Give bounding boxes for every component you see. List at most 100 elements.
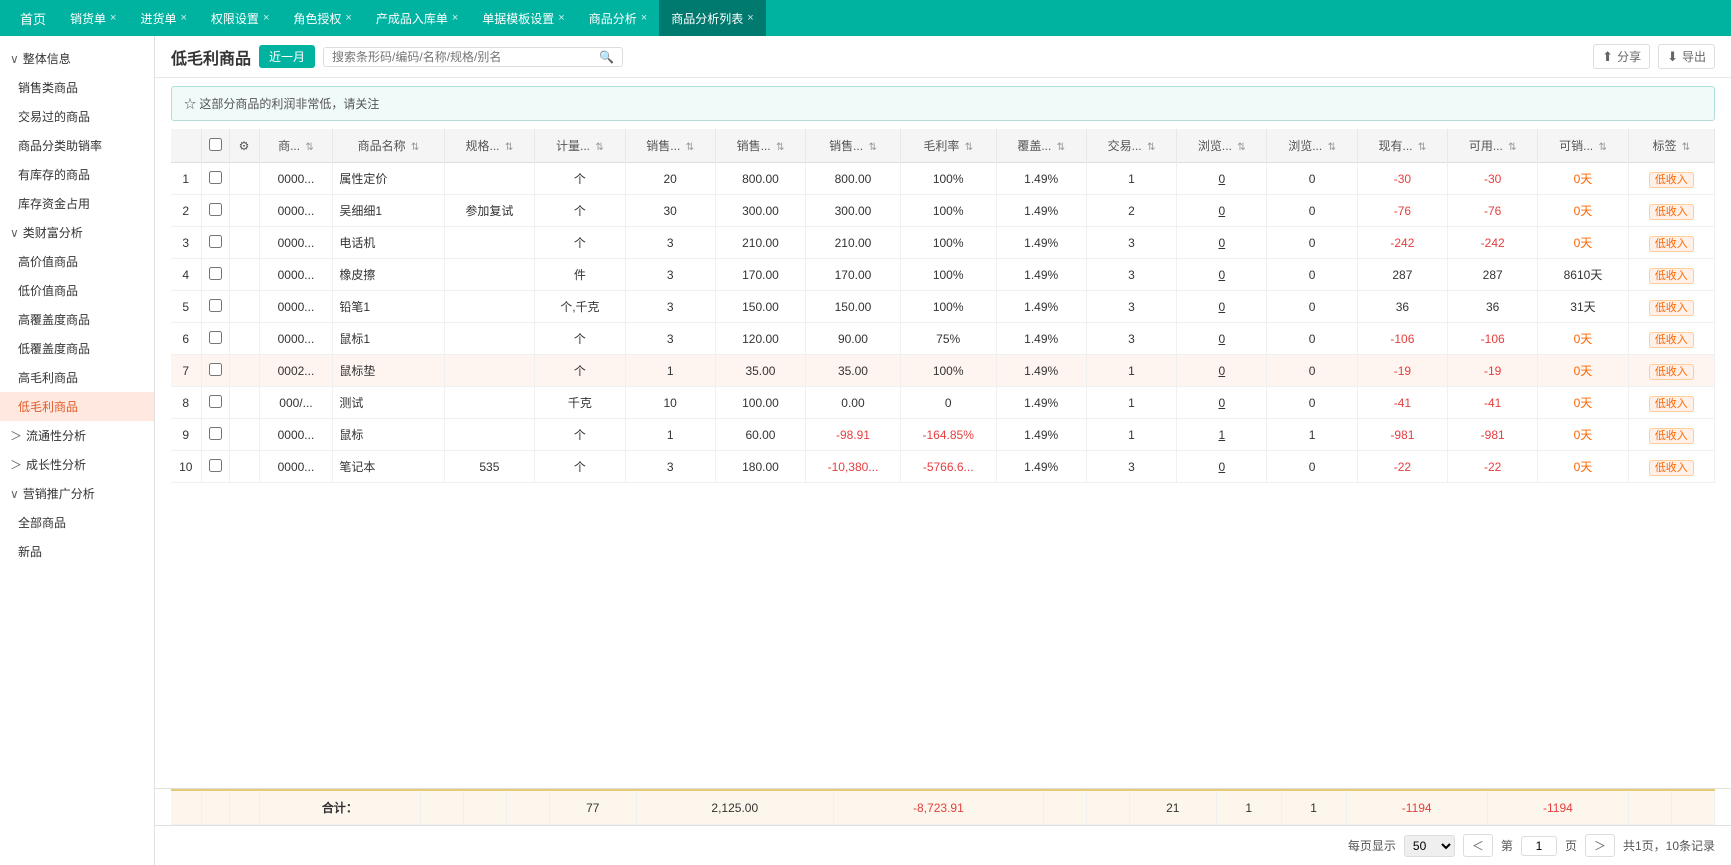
row-coverage: 1.49% — [996, 355, 1086, 387]
row-gross-rate: 0 — [900, 387, 996, 419]
row-num: 5 — [171, 291, 201, 323]
row-checkbox[interactable] — [209, 427, 222, 440]
close-purchase-order-icon[interactable]: × — [180, 12, 186, 24]
row-browse1[interactable]: 0 — [1177, 259, 1267, 291]
tag-badge: 低收入 — [1649, 236, 1694, 252]
sidebar-item-stock-goods[interactable]: 有库存的商品 — [0, 160, 154, 189]
table-row: 8 000/... 测试 千克 10 100.00 0.00 0 1.49% 1… — [171, 387, 1715, 419]
close-product-inbound-icon[interactable]: × — [452, 12, 458, 24]
row-browse1[interactable]: 0 — [1177, 195, 1267, 227]
prev-page-button[interactable]: ＜ — [1463, 834, 1493, 857]
nav-product-analysis[interactable]: 商品分析 × — [577, 0, 659, 36]
row-spec — [444, 291, 535, 323]
column-setting-icon[interactable]: ⚙ — [239, 139, 250, 153]
row-sales-profit: 300.00 — [806, 195, 901, 227]
export-button[interactable]: ⬇ 导出 — [1658, 44, 1715, 69]
th-name: 商品名称 ⇅ — [333, 129, 444, 163]
sidebar-group-growth[interactable]: ＞ 成长性分析 — [0, 450, 154, 479]
row-browse1[interactable]: 0 — [1177, 227, 1267, 259]
row-browse1[interactable]: 0 — [1177, 323, 1267, 355]
row-check[interactable] — [201, 451, 229, 483]
sidebar-item-low-coverage[interactable]: 低覆盖度商品 — [0, 334, 154, 363]
row-check[interactable] — [201, 291, 229, 323]
sidebar-item-traded-goods[interactable]: 交易过的商品 — [0, 102, 154, 131]
sidebar-item-category-rate[interactable]: 商品分类助销率 — [0, 131, 154, 160]
sidebar-item-low-margin[interactable]: 低毛利商品 — [0, 392, 154, 421]
row-action — [229, 387, 259, 419]
sidebar-item-all-goods[interactable]: 全部商品 — [0, 508, 154, 537]
nav-product-inbound[interactable]: 产成品入库单 × — [364, 0, 470, 36]
sidebar-item-high-coverage[interactable]: 高覆盖度商品 — [0, 305, 154, 334]
nav-template-settings[interactable]: 单据模板设置 × — [470, 0, 576, 36]
sidebar-group-overall[interactable]: ∨ 整体信息 — [0, 44, 154, 73]
close-role-auth-icon[interactable]: × — [345, 12, 351, 24]
sidebar-item-sales-goods[interactable]: 销售类商品 — [0, 73, 154, 102]
row-check[interactable] — [201, 227, 229, 259]
row-checkbox[interactable] — [209, 331, 222, 344]
row-browse1[interactable]: 0 — [1177, 355, 1267, 387]
share-button[interactable]: ⬆ 分享 — [1593, 44, 1650, 69]
row-sellable: 0天 — [1538, 323, 1628, 355]
row-browse1[interactable]: 0 — [1177, 451, 1267, 483]
row-checkbox[interactable] — [209, 235, 222, 248]
row-available: -106 — [1448, 323, 1538, 355]
nav-role-auth[interactable]: 角色授权 × — [281, 0, 363, 36]
close-analysis-icon[interactable]: × — [641, 12, 647, 24]
row-code: 0000... — [259, 227, 333, 259]
row-check[interactable] — [201, 163, 229, 195]
row-name: 吴细细1 — [333, 195, 444, 227]
row-available: -22 — [1448, 451, 1538, 483]
search-icon[interactable]: 🔍 — [599, 50, 614, 64]
row-browse1[interactable]: 0 — [1177, 291, 1267, 323]
sidebar-item-stock-capital[interactable]: 库存资金占用 — [0, 189, 154, 218]
page-header: 低毛利商品 近一月 🔍 ⬆ 分享 ⬇ 导出 — [155, 36, 1731, 78]
sidebar-item-high-value[interactable]: 高价值商品 — [0, 247, 154, 276]
row-check[interactable] — [201, 259, 229, 291]
row-sellable: 0天 — [1538, 195, 1628, 227]
page-number-input[interactable] — [1521, 836, 1557, 856]
nav-permissions[interactable]: 权限设置 × — [199, 0, 281, 36]
select-all-checkbox[interactable] — [209, 138, 222, 151]
close-template-icon[interactable]: × — [558, 12, 564, 24]
row-check[interactable] — [201, 195, 229, 227]
sidebar-item-new-goods[interactable]: 新品 — [0, 537, 154, 566]
row-current-stock: 36 — [1357, 291, 1447, 323]
row-browse1[interactable]: 0 — [1177, 163, 1267, 195]
row-checkbox[interactable] — [209, 299, 222, 312]
row-checkbox[interactable] — [209, 363, 222, 376]
row-browse1[interactable]: 0 — [1177, 387, 1267, 419]
row-checkbox[interactable] — [209, 395, 222, 408]
row-spec — [444, 323, 535, 355]
row-num: 3 — [171, 227, 201, 259]
search-input[interactable] — [332, 50, 599, 64]
row-sales-qty: 30 — [625, 195, 715, 227]
row-browse1[interactable]: 1 — [1177, 419, 1267, 451]
nav-purchase-order[interactable]: 进货单 × — [128, 0, 198, 36]
sidebar-item-high-margin[interactable]: 高毛利商品 — [0, 363, 154, 392]
th-setting[interactable]: ⚙ — [229, 129, 259, 163]
row-check[interactable] — [201, 387, 229, 419]
filter-recent-month-button[interactable]: 近一月 — [259, 45, 315, 68]
row-checkbox[interactable] — [209, 171, 222, 184]
th-trades: 交易... ⇅ — [1086, 129, 1176, 163]
row-sales-profit: -98.91 — [806, 419, 901, 451]
row-checkbox[interactable] — [209, 203, 222, 216]
nav-product-analysis-list[interactable]: 商品分析列表 × — [659, 0, 765, 36]
sidebar-item-low-value[interactable]: 低价值商品 — [0, 276, 154, 305]
close-analysis-list-icon[interactable]: × — [747, 12, 753, 24]
nav-home[interactable]: 首页 — [8, 0, 58, 36]
close-sales-order-icon[interactable]: × — [110, 12, 116, 24]
row-check[interactable] — [201, 419, 229, 451]
sidebar-group-circulation[interactable]: ＞ 流通性分析 — [0, 421, 154, 450]
row-sales-amt: 120.00 — [715, 323, 805, 355]
next-page-button[interactable]: ＞ — [1585, 834, 1615, 857]
row-check[interactable] — [201, 355, 229, 387]
close-permissions-icon[interactable]: × — [263, 12, 269, 24]
per-page-select[interactable]: 50 20 100 — [1404, 835, 1455, 857]
sidebar-group-wealth[interactable]: ∨ 类财富分析 — [0, 218, 154, 247]
row-check[interactable] — [201, 323, 229, 355]
sidebar-group-marketing[interactable]: ∨ 营销推广分析 — [0, 479, 154, 508]
row-checkbox[interactable] — [209, 459, 222, 472]
row-checkbox[interactable] — [209, 267, 222, 280]
nav-sales-order[interactable]: 销货单 × — [58, 0, 128, 36]
